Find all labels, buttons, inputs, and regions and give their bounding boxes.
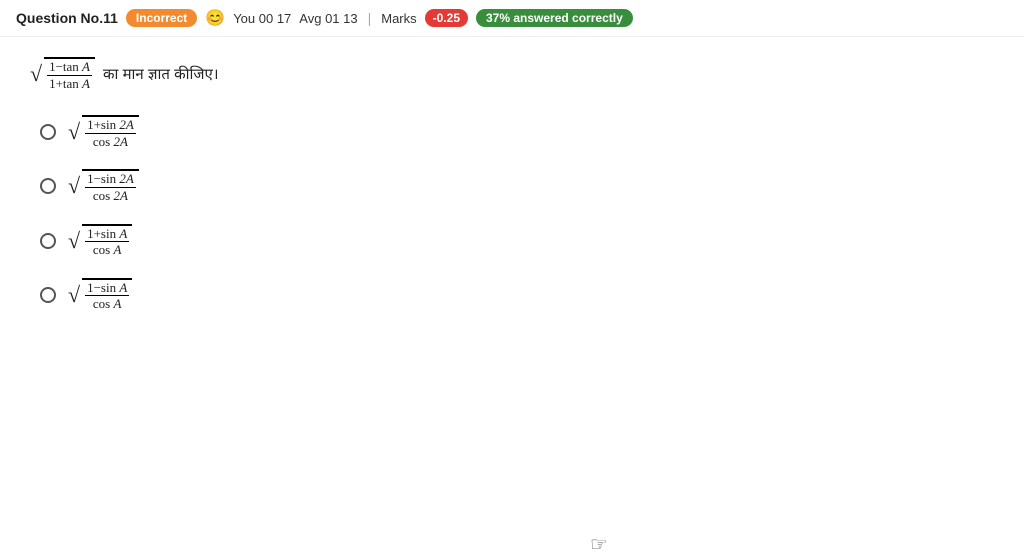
option-2-numerator: 1−sin 2A: [85, 171, 136, 188]
option-item-1[interactable]: √ 1+sin 2A cos 2A: [40, 115, 994, 149]
radio-4[interactable]: [40, 287, 56, 303]
option-item-4[interactable]: √ 1−sin A cos A: [40, 278, 994, 312]
question-numerator: 1−tan A: [47, 59, 92, 76]
cursor-indicator: ☞: [590, 532, 794, 557]
option-3-math: √ 1+sin A cos A: [68, 224, 132, 258]
option-1-fraction: 1+sin 2A cos 2A: [85, 117, 136, 149]
options-list: √ 1+sin 2A cos 2A √ 1−sin 2A cos 2A: [30, 115, 994, 312]
answered-badge: 37% answered correctly: [476, 9, 633, 27]
sqrt-symbol: √: [30, 63, 42, 85]
time-avg: Avg 01 13: [299, 11, 357, 26]
question-hindi: का मान ज्ञात कीजिए।: [103, 64, 219, 84]
question-number: Question No.11: [16, 10, 118, 26]
option-4-math: √ 1−sin A cos A: [68, 278, 132, 312]
option-3-fraction-wrapper: 1+sin A cos A: [82, 224, 132, 258]
emoji-icon: 😊: [205, 8, 225, 28]
question-content: √ 1−tan A 1+tan A का मान ज्ञात कीजिए। √ …: [0, 37, 1024, 257]
sqrt-symbol-2: √: [68, 175, 80, 197]
question-text: √ 1−tan A 1+tan A का मान ज्ञात कीजिए।: [30, 57, 994, 91]
sqrt-symbol-1: √: [68, 121, 80, 143]
sqrt-symbol-4: √: [68, 284, 80, 306]
sqrt-symbol-3: √: [68, 230, 80, 252]
question-math-expr: √ 1−tan A 1+tan A: [30, 57, 95, 91]
option-1-denominator: cos 2A: [91, 134, 130, 150]
option-2-fraction: 1−sin 2A cos 2A: [85, 171, 136, 203]
option-item-3[interactable]: √ 1+sin A cos A: [40, 224, 994, 258]
option-2-math: √ 1−sin 2A cos 2A: [68, 169, 139, 203]
marks-label: Marks: [381, 11, 416, 26]
option-1-numerator: 1+sin 2A: [85, 117, 136, 134]
question-fraction: 1−tan A 1+tan A: [47, 59, 92, 91]
radio-1[interactable]: [40, 124, 56, 140]
radio-3[interactable]: [40, 233, 56, 249]
option-2-fraction-wrapper: 1−sin 2A cos 2A: [82, 169, 139, 203]
option-2-denominator: cos 2A: [91, 188, 130, 204]
option-4-fraction: 1−sin A cos A: [85, 280, 129, 312]
option-3-numerator: 1+sin A: [85, 226, 129, 243]
sqrt-fraction: 1−tan A 1+tan A: [44, 57, 95, 91]
option-4-denominator: cos A: [91, 296, 124, 312]
question-header: Question No.11 Incorrect 😊 You 00 17 Avg…: [0, 0, 1024, 37]
status-badge: Incorrect: [126, 9, 197, 27]
option-1-fraction-wrapper: 1+sin 2A cos 2A: [82, 115, 139, 149]
option-4-fraction-wrapper: 1−sin A cos A: [82, 278, 132, 312]
radio-2[interactable]: [40, 178, 56, 194]
option-3-denominator: cos A: [91, 242, 124, 258]
time-you: You 00 17: [233, 11, 291, 26]
option-3-fraction: 1+sin A cos A: [85, 226, 129, 258]
question-denominator: 1+tan A: [47, 76, 92, 92]
option-1-math: √ 1+sin 2A cos 2A: [68, 115, 139, 149]
option-4-numerator: 1−sin A: [85, 280, 129, 297]
option-item-2[interactable]: √ 1−sin 2A cos 2A: [40, 169, 994, 203]
marks-value: -0.25: [425, 9, 468, 27]
divider: |: [368, 10, 372, 26]
